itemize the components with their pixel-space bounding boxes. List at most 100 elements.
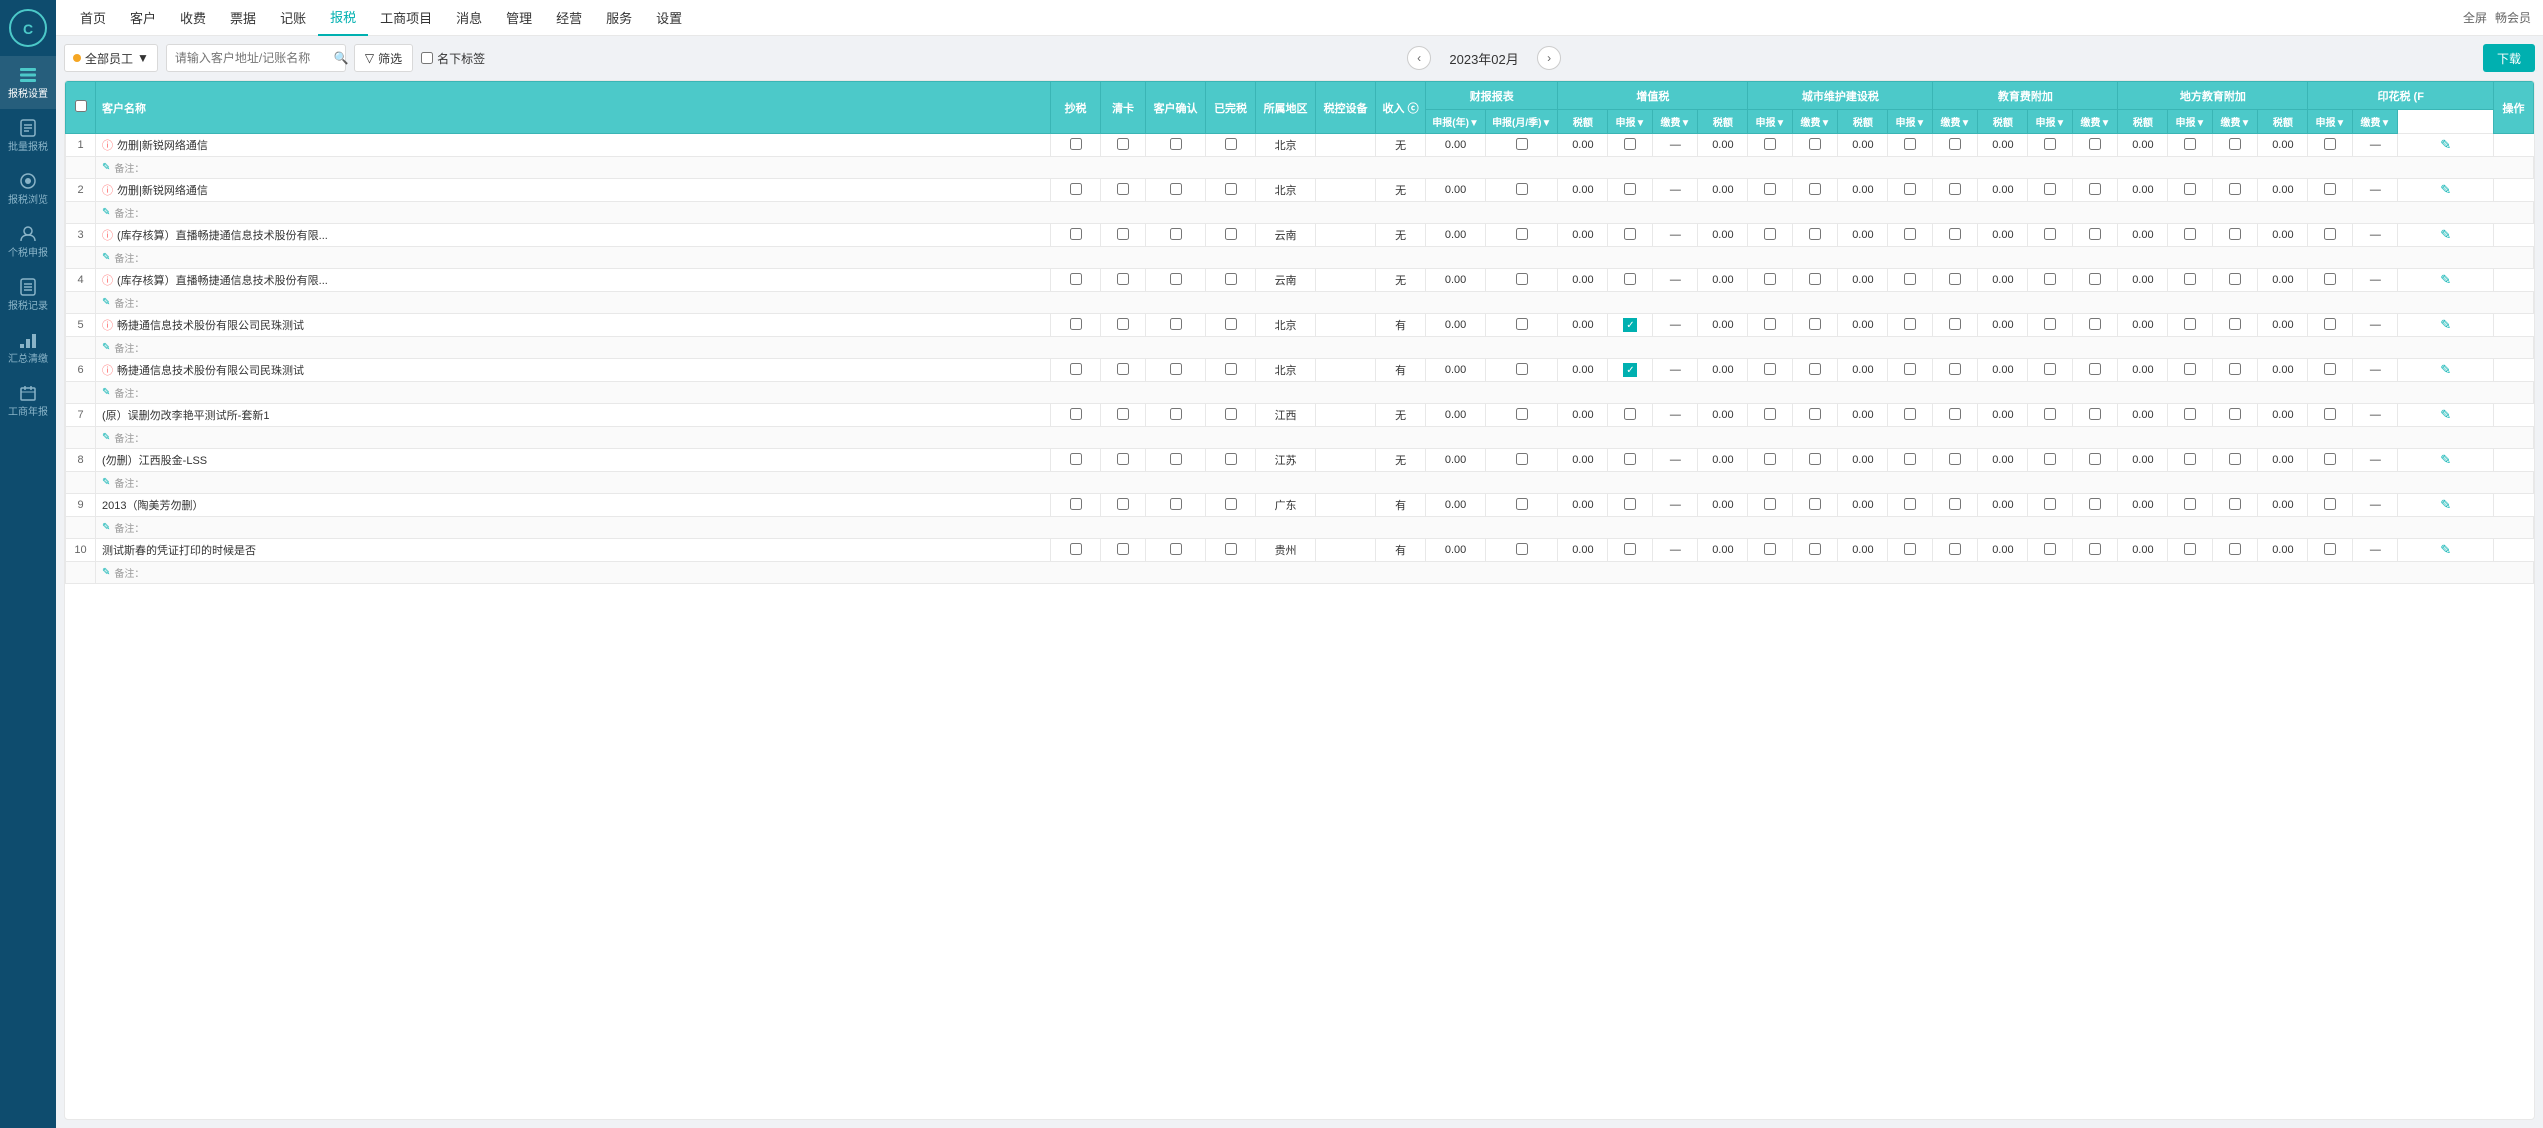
pencil-icon[interactable]: ✎ [102,342,110,353]
row-jy-jiaofei[interactable] [1933,404,1978,427]
row-caibao-month[interactable] [1486,539,1558,562]
jy-shenbo-check[interactable] [2044,543,2056,555]
row-df-jiaofei[interactable] [2213,539,2258,562]
row-qingka[interactable] [1101,269,1146,292]
chaoshui-checkbox[interactable] [1070,453,1082,465]
row-cs-shenbo2[interactable] [1888,494,1933,517]
qingka-checkbox[interactable] [1117,363,1129,375]
warning-icon[interactable]: ⓘ [102,182,113,198]
yh-shenbo-check[interactable] [2324,543,2336,555]
search-box[interactable]: 🔍 [166,44,346,72]
confirm-checkbox[interactable] [1170,453,1182,465]
qingka-checkbox[interactable] [1117,228,1129,240]
row-cs-shenbo2[interactable] [1888,134,1933,157]
row-caibao-month[interactable] [1486,314,1558,337]
row-jy-jiaofei2[interactable] [2073,539,2118,562]
row-taxdone[interactable] [1206,269,1256,292]
qingka-checkbox[interactable] [1117,273,1129,285]
confirm-checkbox[interactable] [1170,498,1182,510]
cs-shenbo2-check[interactable] [1904,183,1916,195]
nav-client[interactable]: 客户 [118,0,168,36]
row-cs-shenbo2[interactable] [1888,269,1933,292]
row-zz-shenbo[interactable] [1608,539,1653,562]
chaoshui-checkbox[interactable] [1070,498,1082,510]
caibao-checkbox[interactable] [1516,453,1528,465]
jy-jiaofei-check[interactable] [1949,273,1961,285]
row-cs-jiaofei[interactable] [1793,134,1838,157]
download-button[interactable]: 下载 [2483,44,2535,72]
jy-jiaofei-check[interactable] [1949,543,1961,555]
row-cs-shenbo[interactable] [1748,494,1793,517]
taxdone-checkbox[interactable] [1225,183,1237,195]
row-taxdone[interactable] [1206,314,1256,337]
th-cs-jiaofei[interactable]: 缴费▼ [1793,110,1838,134]
row-chaoshui[interactable] [1051,359,1101,382]
row-caibao-month[interactable] [1486,269,1558,292]
jy-jiaofei2-check[interactable] [2089,228,2101,240]
th-zz-shenbo[interactable]: 申报▼ [1608,110,1653,134]
fullscreen-button[interactable]: 全屏 [2463,9,2487,26]
row-jy-jiaofei2[interactable] [2073,224,2118,247]
row-df-shenbo[interactable] [2168,449,2213,472]
th-caibao-month[interactable]: 申报(月/季)▼ [1486,110,1558,134]
df-shenbo-check[interactable] [2184,498,2196,510]
row-confirm[interactable] [1146,494,1206,517]
jy-shenbo-check[interactable] [2044,453,2056,465]
row-cs-shenbo2[interactable] [1888,179,1933,202]
row-cs-jiaofei[interactable] [1793,494,1838,517]
row-zz-shenbo[interactable] [1608,404,1653,427]
row-confirm[interactable] [1146,449,1206,472]
qingka-checkbox[interactable] [1117,183,1129,195]
row-qingka[interactable] [1101,359,1146,382]
df-jiaofei-check[interactable] [2229,453,2241,465]
edit-icon[interactable]: ✎ [2440,137,2451,152]
row-chaoshui[interactable] [1051,269,1101,292]
taxdone-checkbox[interactable] [1225,543,1237,555]
yh-shenbo-check[interactable] [2324,228,2336,240]
row-jy-jiaofei2[interactable] [2073,404,2118,427]
select-all-checkbox[interactable] [75,100,87,112]
row-yh-shenbo[interactable] [2308,224,2353,247]
confirm-checkbox[interactable] [1170,183,1182,195]
sidebar-item-baoshuijilu[interactable]: 报税记录 [0,268,56,321]
row-qingka[interactable] [1101,314,1146,337]
row-cs-jiaofei[interactable] [1793,539,1838,562]
row-jy-jiaofei[interactable] [1933,314,1978,337]
row-cs-jiaofei[interactable] [1793,179,1838,202]
taxdone-checkbox[interactable] [1225,363,1237,375]
row-cs-shenbo[interactable] [1748,269,1793,292]
th-jy-shenbo[interactable]: 申报▼ [2028,110,2073,134]
row-yh-shenbo[interactable] [2308,539,2353,562]
yh-shenbo-check[interactable] [2324,318,2336,330]
cs-shenbo2-check[interactable] [1904,363,1916,375]
row-zz-shenbo[interactable] [1608,359,1653,382]
chaoshui-checkbox[interactable] [1070,363,1082,375]
row-action[interactable]: ✎ [2398,449,2494,472]
caibao-checkbox[interactable] [1516,228,1528,240]
jy-jiaofei2-check[interactable] [2089,453,2101,465]
jy-shenbo-check[interactable] [2044,138,2056,150]
row-df-jiaofei[interactable] [2213,269,2258,292]
row-chaoshui[interactable] [1051,314,1101,337]
nav-operation[interactable]: 经营 [544,0,594,36]
row-confirm[interactable] [1146,404,1206,427]
df-jiaofei-check[interactable] [2229,498,2241,510]
row-df-jiaofei[interactable] [2213,224,2258,247]
cs-shenbo-check[interactable] [1764,498,1776,510]
row-cs-jiaofei[interactable] [1793,449,1838,472]
row-taxdone[interactable] [1206,449,1256,472]
qingka-checkbox[interactable] [1117,318,1129,330]
caibao-checkbox[interactable] [1516,183,1528,195]
jy-jiaofei-check[interactable] [1949,453,1961,465]
jy-jiaofei2-check[interactable] [2089,138,2101,150]
row-yh-shenbo[interactable] [2308,269,2353,292]
jy-jiaofei2-check[interactable] [2089,498,2101,510]
row-chaoshui[interactable] [1051,179,1101,202]
row-cs-shenbo[interactable] [1748,134,1793,157]
chaoshui-checkbox[interactable] [1070,228,1082,240]
edit-icon[interactable]: ✎ [2440,407,2451,422]
cs-jiaofei-check[interactable] [1809,498,1821,510]
confirm-checkbox[interactable] [1170,138,1182,150]
row-jy-shenbo[interactable] [2028,179,2073,202]
row-jy-shenbo[interactable] [2028,359,2073,382]
